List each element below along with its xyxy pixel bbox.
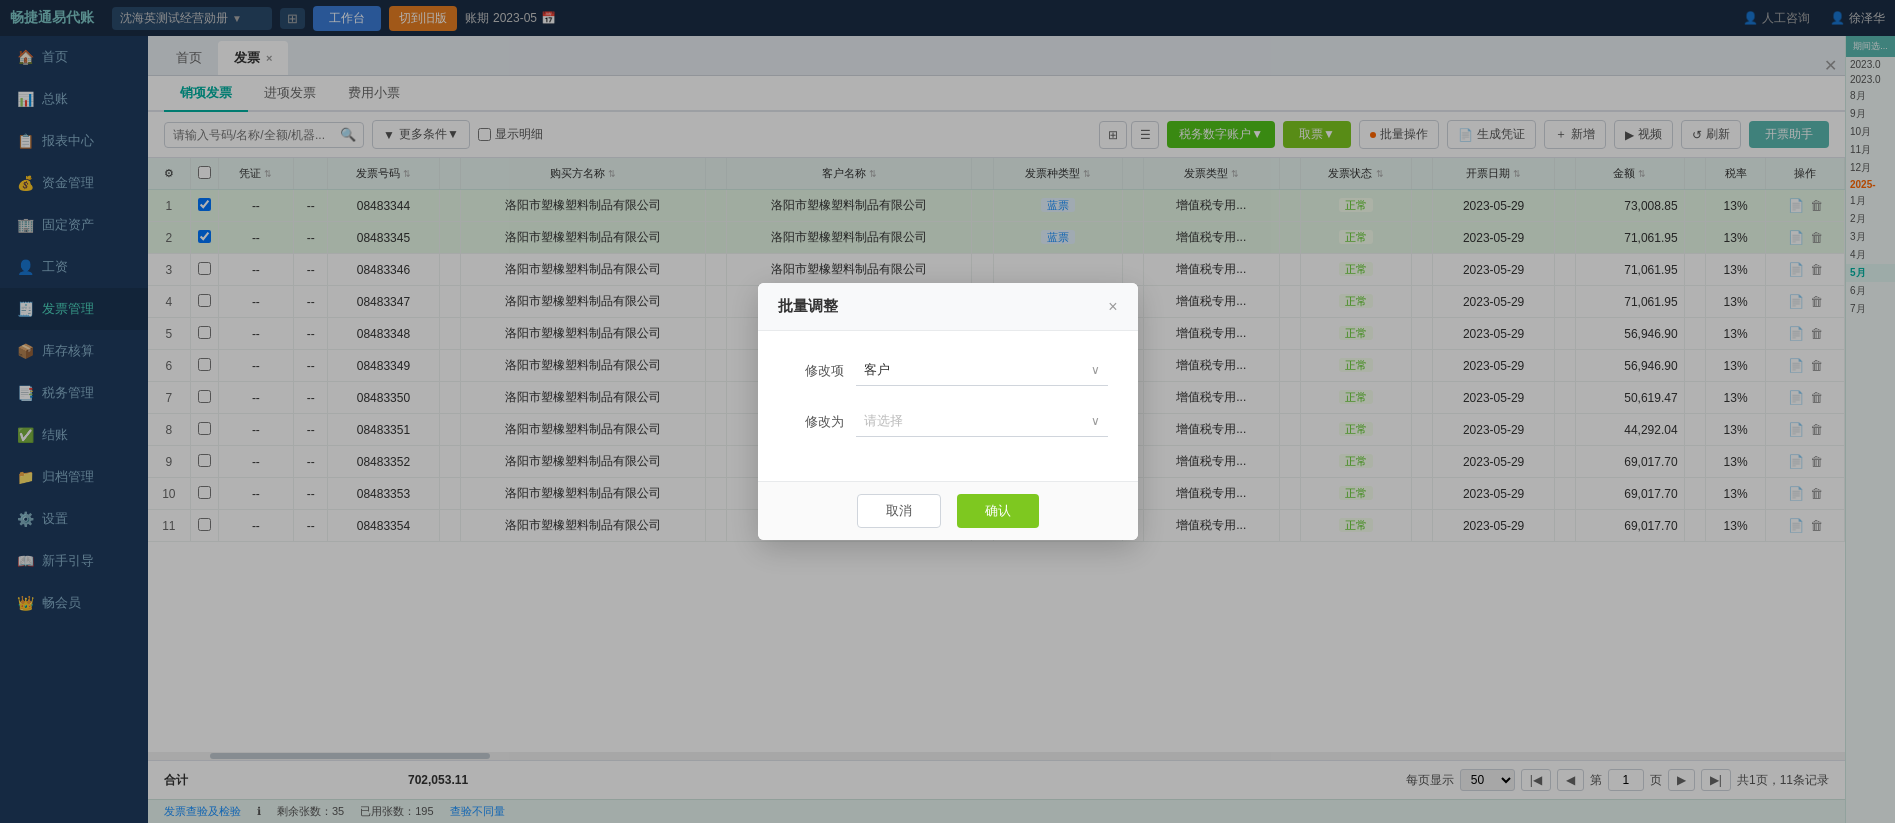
field-value: 客户 [864,361,890,379]
modal-confirm-button[interactable]: 确认 [957,494,1039,528]
modal-overlay[interactable]: 批量调整 × 修改项 客户 ∨ 修改为 请选择 ∨ 取消 确认 [0,0,1895,823]
field-select-arrow: ∨ [1091,363,1100,377]
form-row-value: 修改为 请选择 ∨ [788,406,1108,437]
modal-cancel-button[interactable]: 取消 [857,494,941,528]
value-select-arrow: ∨ [1091,414,1100,428]
modal-header: 批量调整 × [758,283,1138,331]
batch-adjust-modal: 批量调整 × 修改项 客户 ∨ 修改为 请选择 ∨ 取消 确认 [758,283,1138,540]
value-label: 修改为 [788,413,844,431]
value-placeholder: 请选择 [864,412,903,430]
field-select[interactable]: 客户 ∨ [856,355,1108,386]
form-row-field: 修改项 客户 ∨ [788,355,1108,386]
field-label: 修改项 [788,362,844,380]
modal-title: 批量调整 [778,297,838,316]
modal-footer: 取消 确认 [758,481,1138,540]
value-select[interactable]: 请选择 ∨ [856,406,1108,437]
modal-body: 修改项 客户 ∨ 修改为 请选择 ∨ [758,331,1138,481]
modal-close-button[interactable]: × [1108,298,1117,316]
